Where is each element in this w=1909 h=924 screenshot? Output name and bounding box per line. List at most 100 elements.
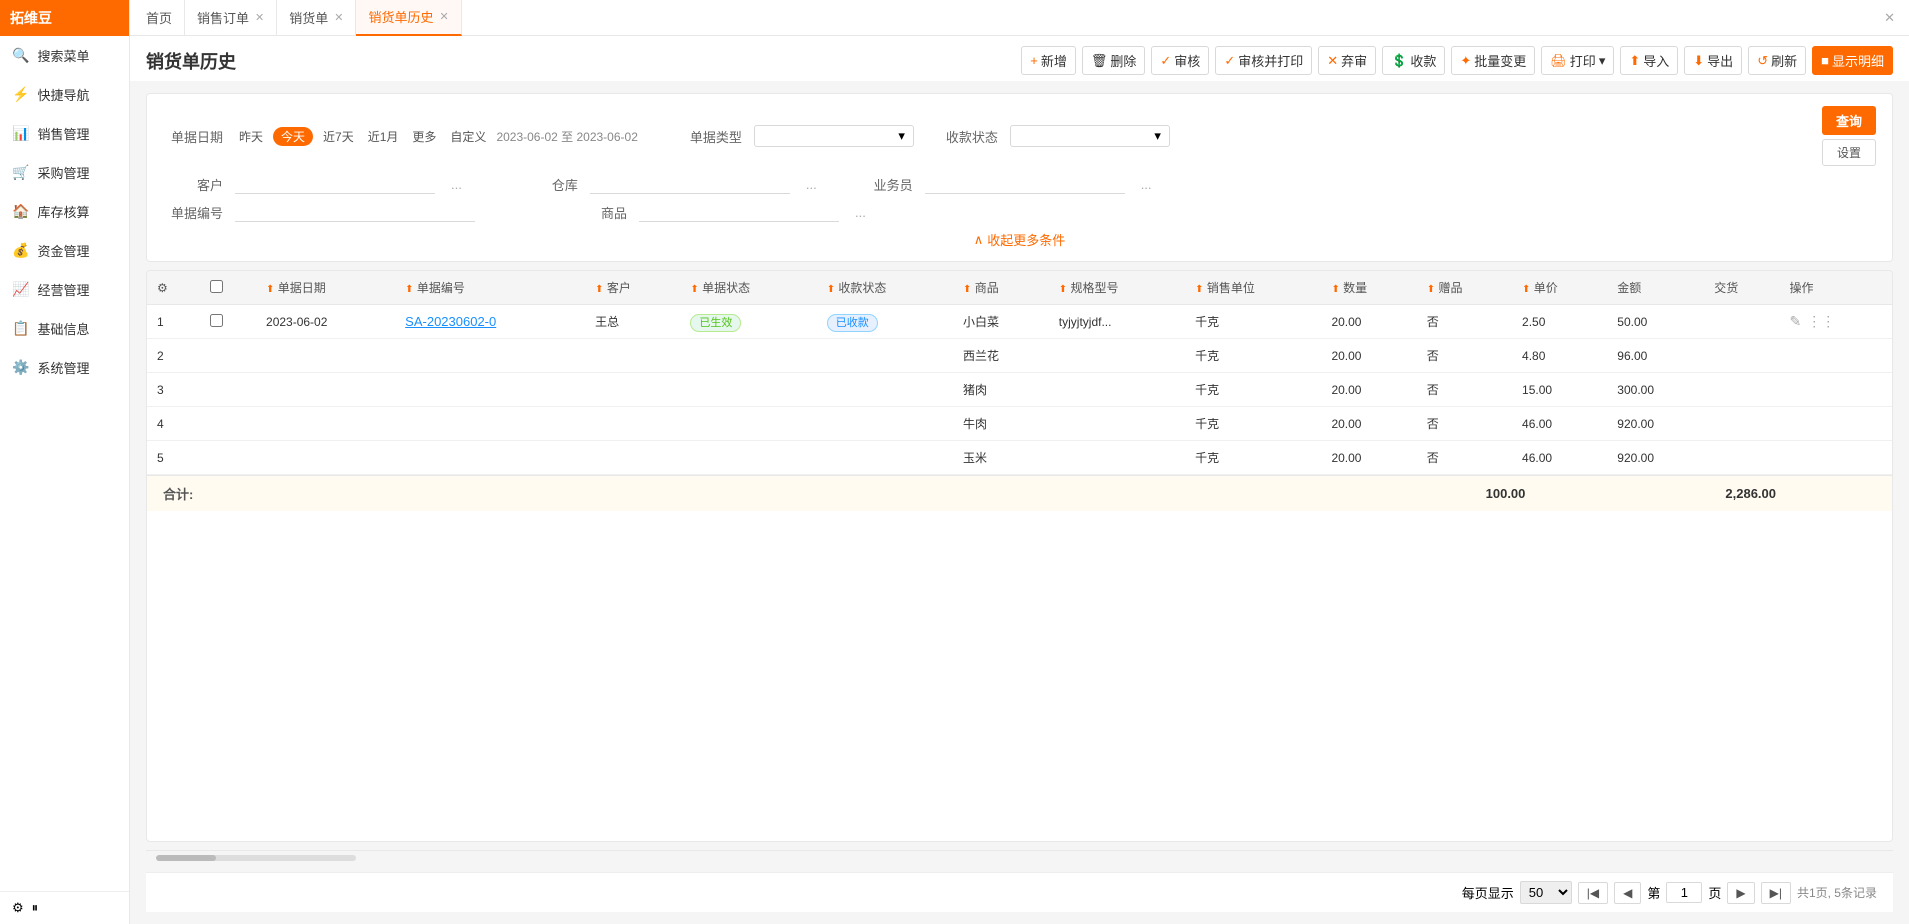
col-spec[interactable]: ⬆ 规格型号 [1049,271,1185,305]
first-page-btn[interactable]: |◀ [1578,882,1608,904]
row-checkbox[interactable] [200,441,256,475]
sidebar-item-label: 经营管理 [37,280,89,299]
sort-icon: ⬆ [266,284,274,295]
customer-input[interactable] [235,174,435,194]
query-button[interactable]: 查询 [1822,106,1876,135]
customer-ellipsis[interactable]: ... [447,177,466,192]
scroll-thumb[interactable] [156,855,216,861]
sidebar-item-sales-mgmt[interactable]: 📊 销售管理 [0,114,129,153]
row-checkbox[interactable] [200,373,256,407]
shortcut-custom[interactable]: 自定义 [446,127,490,146]
doc-no-input[interactable] [235,202,475,222]
pause-icon[interactable]: ⏸ [32,900,39,916]
sort-icon: ⬆ [827,284,835,295]
shortcut-yesterday[interactable]: 昨天 [235,127,267,146]
tab-sale-history[interactable]: 销货单历史 ✕ [356,0,461,36]
delete-button[interactable]: 🗑 删除 [1082,46,1146,75]
audit-print-button[interactable]: ✓ 审核并打印 [1215,46,1312,75]
doc-no-link[interactable]: SA-20230602-0 [405,314,496,329]
col-unit-price[interactable]: ⬆ 单价 [1512,271,1607,305]
salesperson-input[interactable] [925,174,1125,194]
batch-change-button[interactable]: ✦ 批量变更 [1451,46,1535,75]
goods-input[interactable] [639,202,839,222]
col-doc-status[interactable]: ⬆ 单据状态 [680,271,816,305]
close-icon[interactable]: ✕ [255,11,264,24]
warehouse-input[interactable] [590,174,790,194]
table-row: 2西兰花千克20.00否4.8096.00 [147,339,1892,373]
last-page-btn[interactable]: ▶| [1761,882,1791,904]
shortcut-7days[interactable]: 近7天 [319,127,358,146]
col-payment-status[interactable]: ⬆ 收款状态 [817,271,953,305]
scroll-track[interactable] [156,855,356,861]
col-unit[interactable]: ⬆ 销售单位 [1185,271,1321,305]
col-checkbox[interactable] [200,271,256,305]
more-icon[interactable]: ⋮⋮ [1807,313,1835,330]
tab-sales-order[interactable]: 销售订单 ✕ [185,0,277,36]
gear-icon[interactable]: ⚙ [12,900,24,916]
sidebar-item-basic-info[interactable]: 📋 基础信息 [0,309,129,348]
col-doc-no[interactable]: ⬆ 单据编号 [395,271,585,305]
row-unit: 千克 [1185,407,1321,441]
sidebar-item-sys-mgmt[interactable]: ⚙️ 系统管理 [0,348,129,387]
settings-button[interactable]: 设置 [1822,139,1876,166]
row-customer [585,407,680,441]
row-spec [1049,407,1185,441]
col-trade[interactable]: 交货 [1704,271,1779,305]
export-button[interactable]: ⬇ 导出 [1684,46,1742,75]
sidebar-item-label: 系统管理 [37,358,89,377]
row-doc-status [680,373,816,407]
prev-page-btn[interactable]: ◀ [1614,882,1641,904]
row-payment-status [817,339,953,373]
sidebar-item-finance-mgmt[interactable]: 💰 资金管理 [0,231,129,270]
col-gift[interactable]: ⬆ 赠品 [1417,271,1512,305]
show-detail-button[interactable]: ■ 显示明细 [1812,46,1893,75]
doc-type-select[interactable]: ▾ [754,125,914,147]
goods-ellipsis[interactable]: ... [851,205,870,220]
tab-home[interactable]: 首页 [134,0,185,36]
sort-icon: ⬆ [595,284,603,295]
row-unit: 千克 [1185,305,1321,339]
refresh-button[interactable]: ↺ 刷新 [1748,46,1806,75]
import-button[interactable]: ⬆ 导入 [1620,46,1678,75]
salesperson-ellipsis[interactable]: ... [1137,177,1156,192]
col-goods[interactable]: ⬆ 商品 [953,271,1049,305]
shortcut-1month[interactable]: 近1月 [364,127,403,146]
row-unit-price: 15.00 [1512,373,1607,407]
col-doc-date[interactable]: ⬆ 单据日期 [256,271,395,305]
col-settings[interactable]: ⚙ [147,271,200,305]
current-page-input[interactable] [1666,882,1702,903]
page-size-select[interactable]: 50 100 200 [1520,881,1572,904]
row-checkbox[interactable] [200,339,256,373]
col-amount[interactable]: 金额 [1607,271,1704,305]
close-all-tabs[interactable]: ✕ [1874,10,1905,26]
row-payment-status: 已收款 [817,305,953,339]
close-icon[interactable]: ✕ [440,10,449,23]
receive-button[interactable]: 💲 收款 [1382,46,1445,75]
row-select[interactable] [210,314,223,327]
warehouse-ellipsis[interactable]: ... [802,177,821,192]
new-button[interactable]: + 新增 [1021,46,1076,75]
row-checkbox[interactable] [200,407,256,441]
col-customer[interactable]: ⬆ 客户 [585,271,680,305]
shortcut-today[interactable]: 今天 [273,127,313,146]
abandon-button[interactable]: ✕ 弃审 [1318,46,1376,75]
sidebar-item-search-menu[interactable]: 🔍 搜索菜单 [0,36,129,75]
select-all-checkbox[interactable] [210,280,223,293]
row-num: 1 [147,305,200,339]
sidebar-item-quick-nav[interactable]: ⚡ 快捷导航 [0,75,129,114]
print-button[interactable]: 🖨 打印 ▾ [1541,46,1614,75]
tab-sale-slip[interactable]: 销货单 ✕ [277,0,356,36]
collapse-button[interactable]: ∧ 收起更多条件 [163,230,1876,249]
close-icon[interactable]: ✕ [334,11,343,24]
next-page-btn[interactable]: ▶ [1727,882,1754,904]
edit-icon[interactable]: ✎ [1789,313,1801,330]
payment-status-select[interactable]: ▾ [1010,125,1170,147]
row-checkbox[interactable] [200,305,256,339]
horizontal-scrollbar[interactable] [146,850,1893,864]
sidebar-item-purchase-mgmt[interactable]: 🛒 采购管理 [0,153,129,192]
col-qty[interactable]: ⬆ 数量 [1321,271,1416,305]
sidebar-item-inventory-calc[interactable]: 🏠 库存核算 [0,192,129,231]
sidebar-item-ops-mgmt[interactable]: 📈 经营管理 [0,270,129,309]
audit-button[interactable]: ✓ 审核 [1151,46,1209,75]
shortcut-more[interactable]: 更多 [408,127,440,146]
